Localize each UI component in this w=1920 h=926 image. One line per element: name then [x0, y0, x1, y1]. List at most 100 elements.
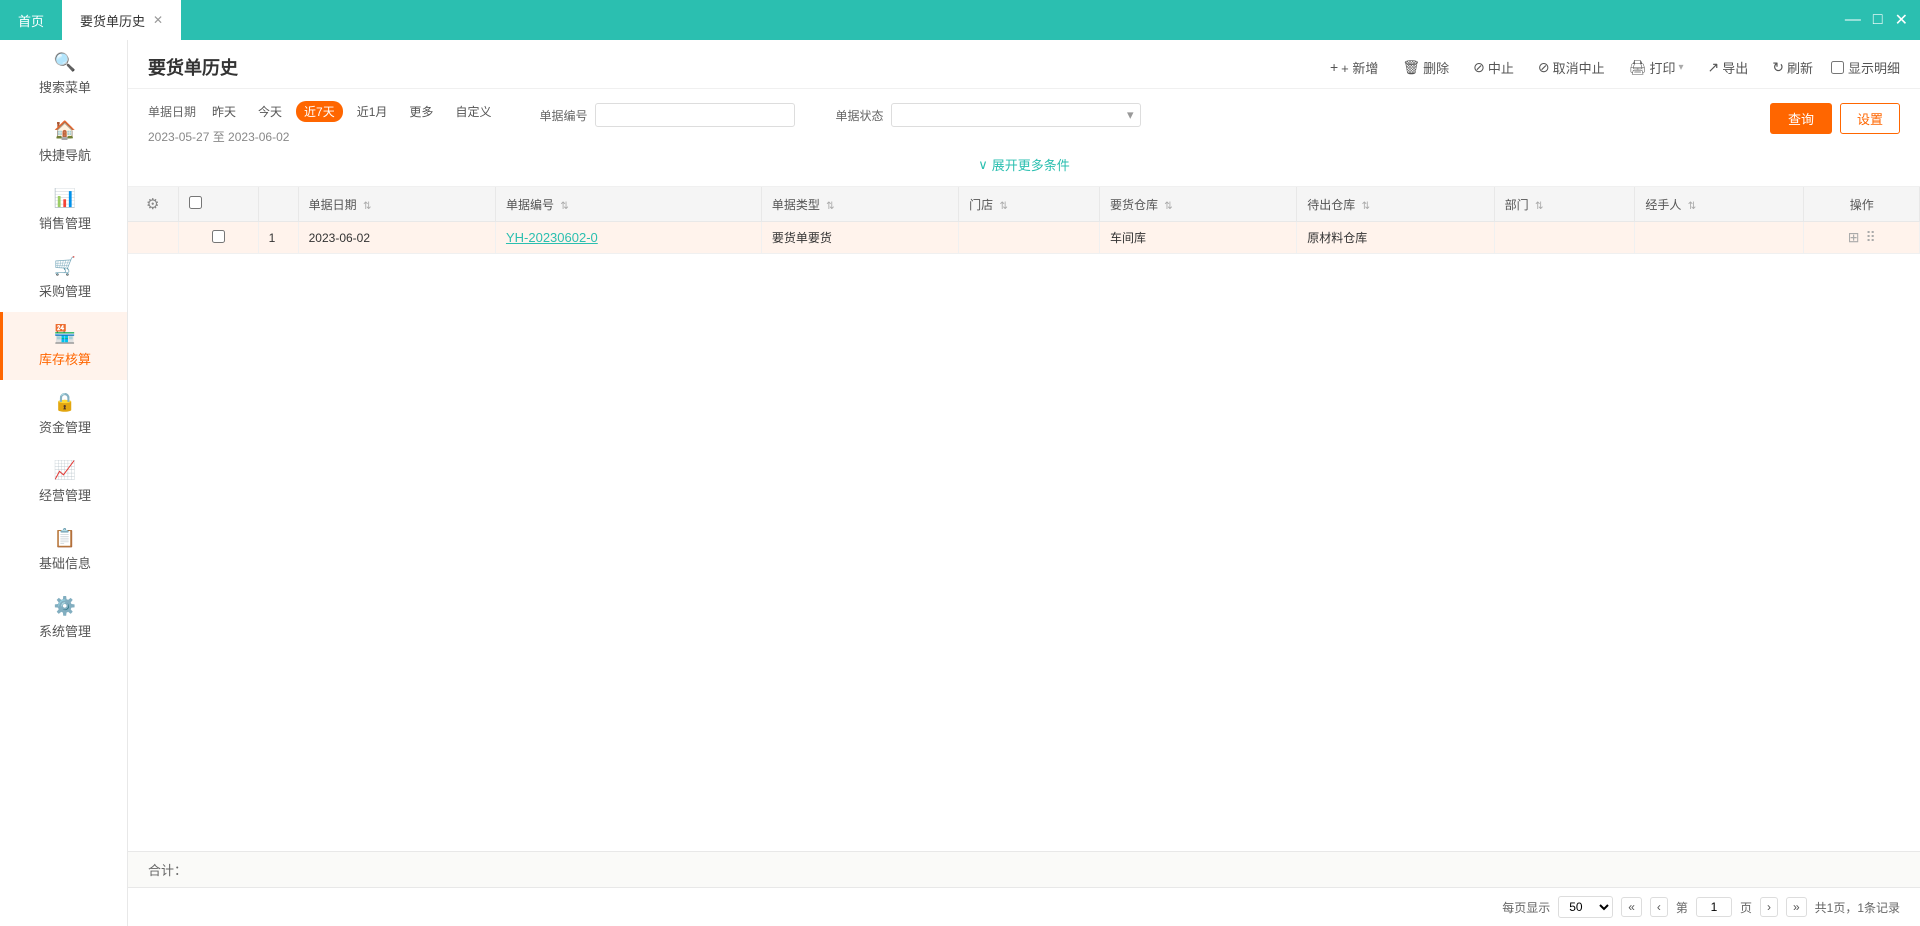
- th-handler[interactable]: 经手人 ⇅: [1635, 187, 1804, 222]
- date-pills: 昨天 今天 近7天 近1月 更多 自定义: [204, 101, 499, 122]
- pagination: 每页显示 50 10 20 100 « ‹ 第 页 › » 共1页，1条记录: [128, 887, 1920, 926]
- query-button[interactable]: 查询: [1770, 103, 1832, 134]
- quick-nav-icon: 🏠: [54, 120, 76, 141]
- cancel-suspend-button[interactable]: ⊘ 取消中止: [1532, 55, 1611, 80]
- page-size-select[interactable]: 50 10 20 100: [1558, 896, 1613, 918]
- display-detail-checkbox[interactable]: [1831, 61, 1844, 74]
- pill-1month[interactable]: 近1月: [349, 101, 396, 122]
- sidebar-item-finance[interactable]: 🔒 资金管理: [0, 380, 127, 448]
- th-settings[interactable]: ⚙: [128, 187, 178, 222]
- refresh-label: 刷新: [1787, 58, 1813, 77]
- status-select[interactable]: [891, 103, 1141, 127]
- prev-page-button[interactable]: ‹: [1650, 897, 1668, 917]
- display-detail-toggle[interactable]: 显示明细: [1831, 58, 1900, 77]
- doc-number-input[interactable]: [595, 103, 795, 127]
- pill-today[interactable]: 今天: [250, 101, 290, 122]
- tab-home[interactable]: 首页: [0, 0, 62, 40]
- row-number[interactable]: YH-20230602-0: [495, 222, 761, 254]
- last-page-button[interactable]: »: [1786, 897, 1807, 917]
- th-req-warehouse[interactable]: 要货仓库 ⇅: [1099, 187, 1296, 222]
- row-checkbox-cell: [178, 222, 258, 254]
- sort-date-icon: ⇅: [363, 201, 371, 212]
- sidebar-label-system: 系统管理: [39, 621, 91, 640]
- settings-button[interactable]: 设置: [1840, 103, 1900, 134]
- row-checkbox[interactable]: [212, 230, 225, 243]
- delete-button[interactable]: 🗑 删除: [1396, 55, 1455, 80]
- row-more-icon[interactable]: ⠿: [1865, 229, 1875, 246]
- sort-req-warehouse-icon: ⇅: [1164, 201, 1172, 212]
- status-label: 单据状态: [835, 107, 883, 124]
- th-type[interactable]: 单据类型 ⇅: [761, 187, 958, 222]
- refresh-icon: ↻: [1772, 59, 1784, 76]
- sidebar-item-inventory[interactable]: 🏪 库存核算: [0, 312, 127, 380]
- date-range-display: 2023-05-27 至 2023-06-02: [148, 128, 499, 145]
- expand-more-icon: ∨: [978, 157, 988, 173]
- expand-more-label: 展开更多条件: [992, 155, 1070, 174]
- inventory-icon: 🏪: [54, 324, 76, 345]
- sidebar-item-purchase[interactable]: 🛒 采购管理: [0, 244, 127, 312]
- print-dropdown-icon: ▾: [1678, 62, 1683, 73]
- th-store[interactable]: 门店 ⇅: [959, 187, 1100, 222]
- maximize-icon[interactable]: □: [1873, 11, 1883, 29]
- sidebar-label-operations: 经营管理: [39, 485, 91, 504]
- th-pending-warehouse[interactable]: 待出仓库 ⇅: [1297, 187, 1494, 222]
- pill-more[interactable]: 更多: [401, 101, 441, 122]
- date-filter-label: 单据日期: [148, 103, 196, 120]
- sidebar-item-search-menu[interactable]: 🔍 搜索菜单: [0, 40, 127, 108]
- page-input-prefix: 第: [1676, 899, 1688, 916]
- th-seq: [258, 187, 298, 222]
- pill-custom[interactable]: 自定义: [447, 101, 499, 122]
- sidebar-item-quick-nav[interactable]: 🏠 快捷导航: [0, 108, 127, 176]
- print-icon: 🖨: [1629, 59, 1647, 76]
- filter-area: 单据日期 昨天 今天 近7天 近1月 更多 自定义 2023-05-27 至 2…: [128, 89, 1920, 187]
- table-body: 1 2023-06-02 YH-20230602-0 要货单要货 车间库 原材料…: [128, 222, 1920, 254]
- tab-close-icon[interactable]: ✕: [153, 13, 163, 27]
- sort-pending-warehouse-icon: ⇅: [1362, 201, 1370, 212]
- data-table: ⚙ 单据日期 ⇅ 单据编号 ⇅ 单据类型 ⇅: [128, 187, 1920, 254]
- system-icon: ⚙️: [54, 596, 76, 617]
- cancel-suspend-label: 取消中止: [1553, 58, 1605, 77]
- sidebar-item-operations[interactable]: 📈 经营管理: [0, 448, 127, 516]
- operations-icon: 📈: [54, 460, 76, 481]
- page-input-suffix: 页: [1740, 899, 1752, 916]
- th-department[interactable]: 部门 ⇅: [1494, 187, 1635, 222]
- select-all-checkbox[interactable]: [189, 196, 202, 209]
- suspend-label: 中止: [1488, 58, 1514, 77]
- next-page-button[interactable]: ›: [1760, 897, 1778, 917]
- sidebar-label-basic-info: 基础信息: [39, 553, 91, 572]
- print-label: 打印: [1649, 58, 1675, 77]
- close-icon[interactable]: ✕: [1895, 10, 1908, 30]
- row-settings-cell: [128, 222, 178, 254]
- sidebar-label-search-menu: 搜索菜单: [39, 77, 91, 96]
- table-settings-icon[interactable]: ⚙: [146, 196, 159, 213]
- window-controls: — □ ✕: [1845, 10, 1920, 30]
- new-button[interactable]: + + 新增: [1324, 55, 1384, 80]
- minimize-icon[interactable]: —: [1845, 11, 1861, 29]
- new-label: + 新增: [1341, 58, 1378, 77]
- pill-yesterday[interactable]: 昨天: [204, 101, 244, 122]
- sidebar-label-sales: 销售管理: [39, 213, 91, 232]
- expand-more-button[interactable]: ∨ 展开更多条件: [148, 155, 1900, 174]
- sort-number-icon: ⇅: [560, 201, 568, 212]
- tab-order-history[interactable]: 要货单历史 ✕: [62, 0, 181, 40]
- th-number[interactable]: 单据编号 ⇅: [495, 187, 761, 222]
- th-date[interactable]: 单据日期 ⇅: [298, 187, 495, 222]
- row-edit-icon[interactable]: ⊞: [1848, 229, 1860, 246]
- row-req-warehouse: 车间库: [1099, 222, 1296, 254]
- sidebar-item-sales[interactable]: 📊 销售管理: [0, 176, 127, 244]
- pill-7days[interactable]: 近7天: [296, 101, 343, 122]
- page-title: 要货单历史: [148, 54, 238, 80]
- table-container: ⚙ 单据日期 ⇅ 单据编号 ⇅ 单据类型 ⇅: [128, 187, 1920, 851]
- page-header: 要货单历史 + + 新增 🗑 删除 ⊘ 中止 ⊘ 取消中止: [128, 40, 1920, 89]
- page-number-input[interactable]: [1696, 897, 1732, 917]
- suspend-button[interactable]: ⊘ 中止: [1467, 55, 1520, 80]
- row-seq: 1: [258, 222, 298, 254]
- first-page-button[interactable]: «: [1621, 897, 1642, 917]
- delete-label: 删除: [1423, 58, 1449, 77]
- print-button[interactable]: 🖨 打印 ▾: [1623, 55, 1690, 80]
- row-number-link[interactable]: YH-20230602-0: [506, 230, 598, 245]
- sidebar-item-system[interactable]: ⚙️ 系统管理: [0, 584, 127, 652]
- export-button[interactable]: ↗ 导出: [1701, 55, 1754, 80]
- refresh-button[interactable]: ↻ 刷新: [1766, 55, 1819, 80]
- sidebar-item-basic-info[interactable]: 📋 基础信息: [0, 516, 127, 584]
